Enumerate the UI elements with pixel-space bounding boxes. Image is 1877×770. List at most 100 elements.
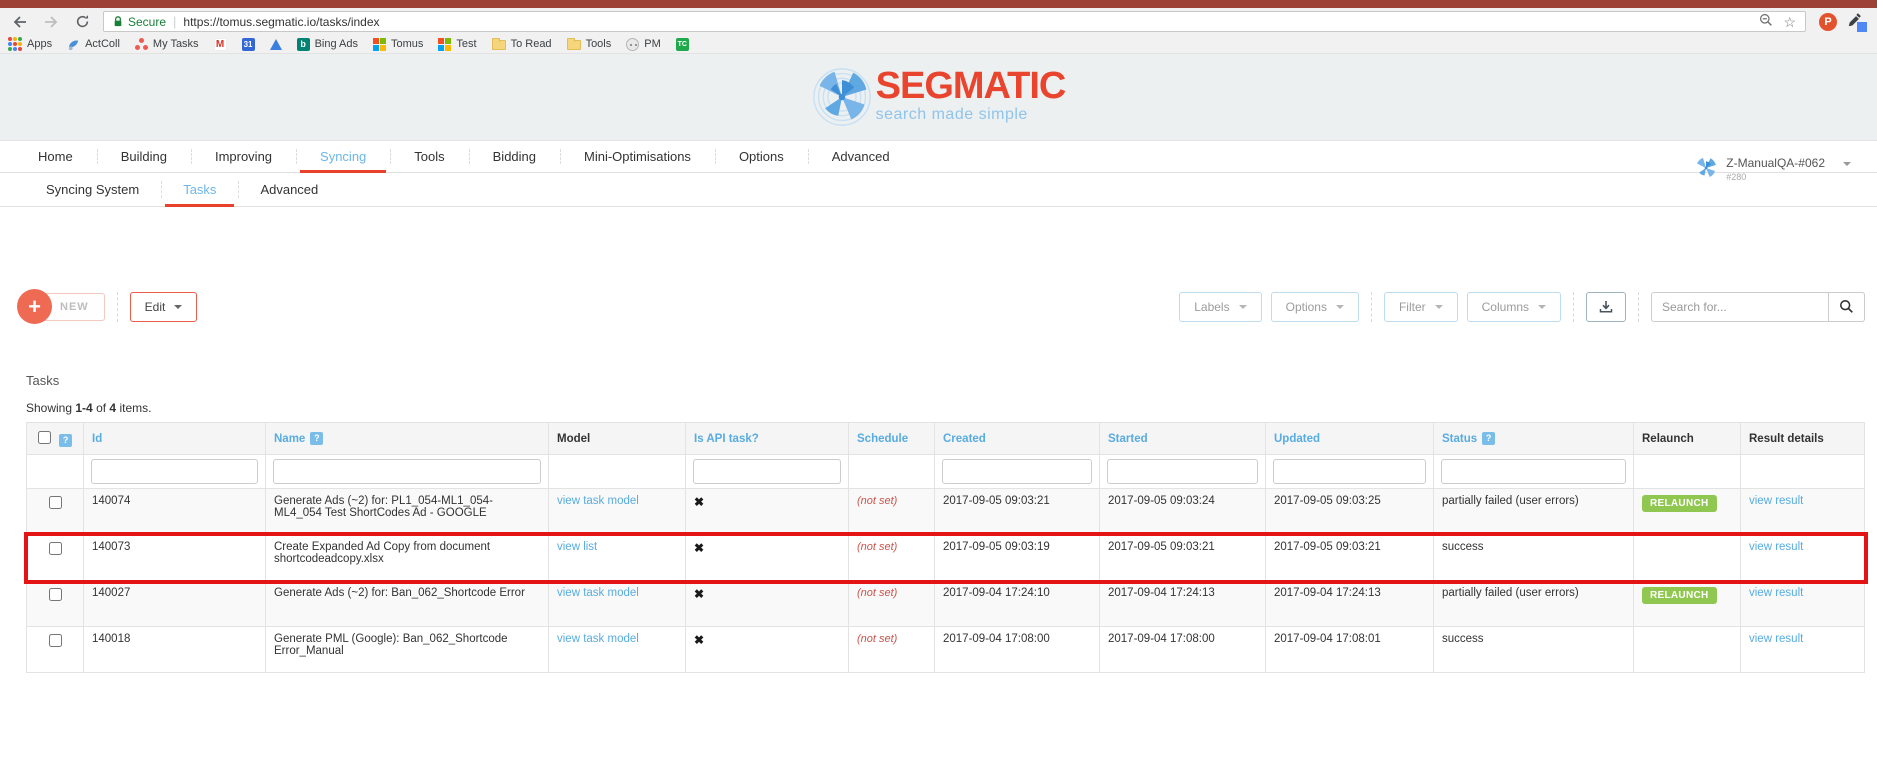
tomus-favicon [372,37,386,51]
header-status: Status? [1433,422,1634,455]
bookmark-my-tasks[interactable]: My Tasks [134,37,199,51]
help-icon[interactable]: ? [59,434,73,447]
view-task-model-link[interactable]: view task model [557,633,639,645]
cell-created: 2017-09-05 09:03:21 [934,488,1100,535]
sort-started-link[interactable]: Started [1108,433,1148,445]
bookmark-analytics[interactable] [269,38,282,50]
search-input[interactable] [1651,291,1829,322]
tab-building[interactable]: Building [96,141,191,172]
download-button[interactable] [1586,291,1626,322]
tab-advanced[interactable]: Advanced [807,141,914,172]
filter-started-input[interactable] [1107,459,1258,484]
view-result-link[interactable]: view result [1749,495,1803,507]
bookmark-gmail[interactable]: M [213,37,227,51]
bookmark-teamcity[interactable]: TC [675,37,689,51]
bookmark-to-read[interactable]: To Read [491,38,552,50]
account-menu[interactable]: Z-ManualQA-#062 #280 [1694,156,1851,182]
cell-status: success [1433,626,1634,673]
cell-id: 140074 [83,488,266,535]
new-button[interactable]: + [17,289,52,324]
table-header-row: ? Id Name? Model Is API task? Schedule C… [26,422,1865,455]
subtab-tasks[interactable]: Tasks [161,173,238,207]
address-bar[interactable]: Secure | https://tomus.segmatic.io/tasks… [103,11,1806,32]
url-text[interactable]: https://tomus.segmatic.io/tasks/index [183,15,1752,29]
row-checkbox[interactable] [48,496,62,509]
bookmarks-bar: Apps ActColl My Tasks M 31 b Bing Ads To… [0,35,1877,54]
sort-id-link[interactable]: Id [92,433,102,445]
sort-created-link[interactable]: Created [943,433,986,445]
options-button[interactable]: Options [1270,291,1359,322]
row-checkbox[interactable] [48,588,62,601]
table-row: 140074 Generate Ads (~2) for: PL1_054-ML… [26,488,1865,535]
secure-chip[interactable]: Secure [113,15,166,29]
reload-icon [76,15,88,28]
view-task-model-link[interactable]: view task model [557,495,639,507]
filter-status-input[interactable] [1441,459,1626,484]
reload-button[interactable] [72,12,92,32]
tab-home[interactable]: Home [14,141,97,172]
zoom-out-icon[interactable] [1759,13,1773,30]
filter-id-input[interactable] [91,459,258,484]
bookmark-calendar[interactable]: 31 [241,37,255,51]
test-favicon [438,37,452,51]
subtab-advanced[interactable]: Advanced [238,173,340,206]
bookmark-actcoll[interactable]: ActColl [67,38,120,51]
summary-range: 1-4 [75,401,93,415]
extension-p-icon[interactable]: P [1819,12,1837,31]
folder-icon [566,38,581,50]
help-icon[interactable]: ? [1482,432,1496,445]
color-picker-extension-icon[interactable] [1847,12,1867,32]
tab-mini-optimisations[interactable]: Mini-Optimisations [560,141,715,172]
select-all-checkbox[interactable] [37,431,51,444]
filter-api-input[interactable] [693,459,841,484]
filter-label: Filter [1398,299,1426,314]
api-task-no-icon: ✖ [694,495,705,509]
apps-shortcut[interactable]: Apps [8,37,52,51]
view-result-link[interactable]: view result [1749,633,1803,645]
subtab-syncing-system[interactable]: Syncing System [24,173,161,206]
cell-name: Generate PML (Google): Ban_062_Shortcode… [265,626,549,673]
bookmark-test[interactable]: Test [438,37,477,51]
tab-bidding[interactable]: Bidding [468,141,560,172]
tab-options[interactable]: Options [714,141,808,172]
tab-improving[interactable]: Improving [190,141,296,172]
bookmark-bing-ads[interactable]: b Bing Ads [296,37,358,51]
bookmark-star-icon[interactable]: ☆ [1783,15,1796,29]
bookmark-tools[interactable]: Tools [566,38,611,50]
search-button[interactable] [1829,291,1865,322]
sort-updated-link[interactable]: Updated [1274,433,1320,445]
header-created: Created [934,422,1100,455]
tab-tools[interactable]: Tools [390,141,468,172]
sort-name-link[interactable]: Name [274,433,305,445]
account-avatar-icon [1697,157,1717,177]
columns-button[interactable]: Columns [1466,291,1561,322]
sort-api-link[interactable]: Is API task? [694,433,759,445]
summary-text: of [96,401,107,415]
header-is-api-task: Is API task? [685,422,849,455]
row-checkbox[interactable] [48,634,62,647]
filter-button[interactable]: Filter [1383,291,1458,322]
filter-name-input[interactable] [273,459,541,484]
view-task-model-link[interactable]: view task model [557,587,639,599]
forward-button[interactable] [41,12,61,32]
filter-updated-input[interactable] [1273,459,1426,484]
view-result-link[interactable]: view result [1749,587,1803,599]
relaunch-button[interactable]: RELAUNCH [1642,587,1717,604]
bookmark-tomus[interactable]: Tomus [372,37,423,51]
tab-syncing[interactable]: Syncing [296,141,390,173]
row-checkbox[interactable] [48,542,62,555]
back-button[interactable] [10,12,30,32]
filter-created-input[interactable] [942,459,1092,484]
view-result-link[interactable]: view result [1749,541,1803,553]
bookmark-pm[interactable]: PM [626,37,661,51]
edit-button[interactable]: Edit [129,291,198,322]
sort-status-link[interactable]: Status [1442,433,1477,445]
segmatic-logo: SEGMATIC search made simple [812,67,1066,127]
labels-button[interactable]: Labels [1179,291,1262,322]
teamcity-favicon: TC [675,37,689,51]
sort-schedule-link[interactable]: Schedule [857,433,908,445]
header-schedule: Schedule [848,422,935,455]
relaunch-button[interactable]: RELAUNCH [1642,495,1717,512]
view-list-link[interactable]: view list [557,541,597,553]
help-icon[interactable]: ? [310,432,324,445]
